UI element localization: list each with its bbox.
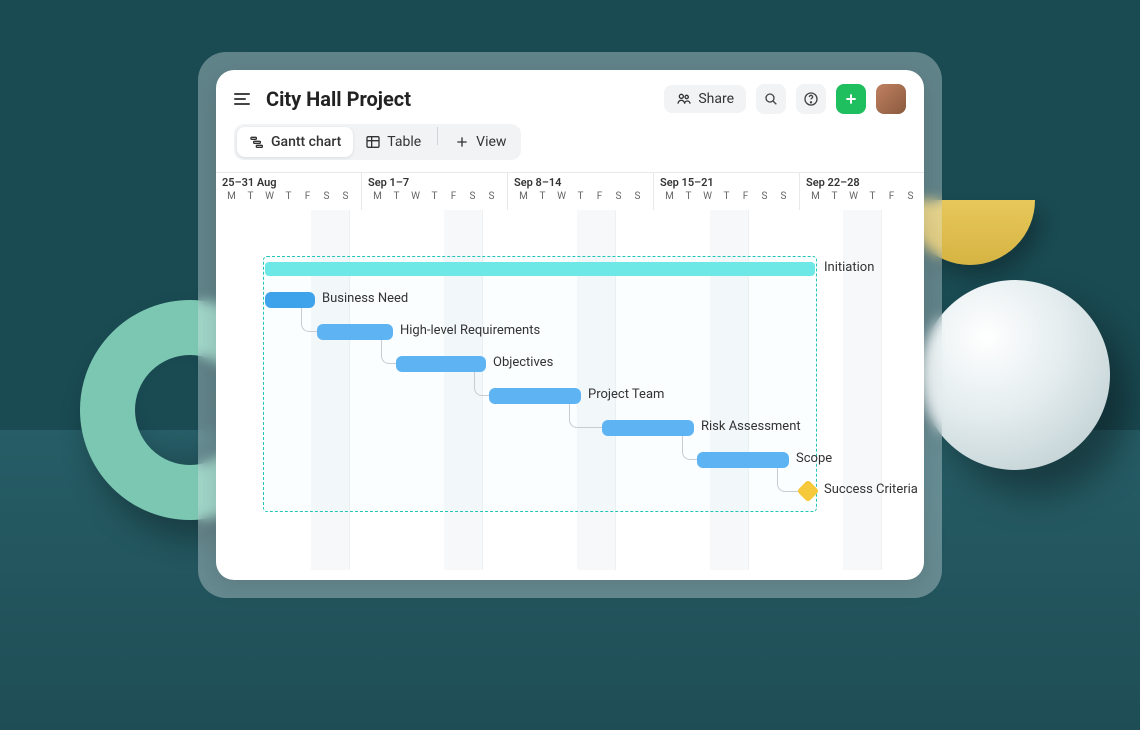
task-label: Project Team (588, 387, 664, 402)
initiation-bar[interactable] (265, 262, 815, 276)
share-button[interactable]: Share (664, 85, 746, 113)
search-icon (763, 91, 779, 107)
app-card: City Hall Project Share (216, 70, 924, 580)
timeline-body[interactable]: Initiation Business Need High-level Requ… (216, 210, 924, 570)
week-label: Sep 1–7 (368, 176, 501, 189)
milestone-label: Success Criteria (824, 482, 918, 497)
task-label: High-level Requirements (400, 323, 540, 338)
table-icon (365, 134, 381, 150)
plus-icon (454, 134, 470, 150)
task-connector (569, 404, 605, 428)
task-bar[interactable] (265, 292, 315, 308)
week-label: 25–31 Aug (222, 176, 355, 189)
header: City Hall Project Share (216, 70, 924, 124)
week-label: Sep 22–28 (806, 176, 924, 189)
week-col: Sep 15–21 MTWTFSS (654, 173, 800, 210)
task-bar[interactable] (489, 388, 581, 404)
view-tabs: Gantt chart Table View (216, 124, 924, 172)
task-label: Objectives (493, 355, 553, 370)
tab-gantt-label: Gantt chart (271, 134, 341, 150)
tab-table[interactable]: Table (353, 127, 433, 157)
add-button[interactable] (836, 84, 866, 114)
tab-add-view[interactable]: View (442, 127, 518, 157)
bg-sphere (920, 280, 1110, 470)
week-col: Sep 8–14 MTWTFSS (508, 173, 654, 210)
tab-divider (437, 127, 438, 145)
group-label: Initiation (824, 260, 874, 275)
week-col: Sep 1–7 MTWTFSS (362, 173, 508, 210)
task-bar[interactable] (697, 452, 789, 468)
task-label: Risk Assessment (701, 419, 801, 434)
week-label: Sep 8–14 (514, 176, 647, 189)
task-label: Scope (796, 451, 832, 466)
week-label: Sep 15–21 (660, 176, 793, 189)
menu-icon[interactable] (234, 88, 256, 110)
task-bar[interactable] (602, 420, 694, 436)
people-icon (676, 91, 692, 107)
help-button[interactable] (796, 84, 826, 114)
task-label: Business Need (322, 291, 408, 306)
frosted-panel: City Hall Project Share (198, 52, 942, 598)
week-col: 25–31 Aug MTWTFSS (216, 173, 362, 210)
tab-table-label: Table (387, 134, 421, 150)
avatar[interactable] (876, 84, 906, 114)
week-col: Sep 22–28 MTWTFSS (800, 173, 924, 210)
task-bar[interactable] (317, 324, 393, 340)
timeline-header: 25–31 Aug MTWTFSS Sep 1–7 MTWTFSS Sep 8–… (216, 172, 924, 210)
share-label: Share (698, 91, 734, 107)
project-title[interactable]: City Hall Project (266, 87, 411, 111)
help-icon (803, 91, 819, 107)
task-bar[interactable] (396, 356, 486, 372)
tab-gantt[interactable]: Gantt chart (237, 127, 353, 157)
tab-segment: Gantt chart Table View (234, 124, 521, 160)
gantt-icon (249, 134, 265, 150)
tab-view-label: View (476, 134, 506, 150)
search-button[interactable] (756, 84, 786, 114)
plus-icon (843, 91, 859, 107)
